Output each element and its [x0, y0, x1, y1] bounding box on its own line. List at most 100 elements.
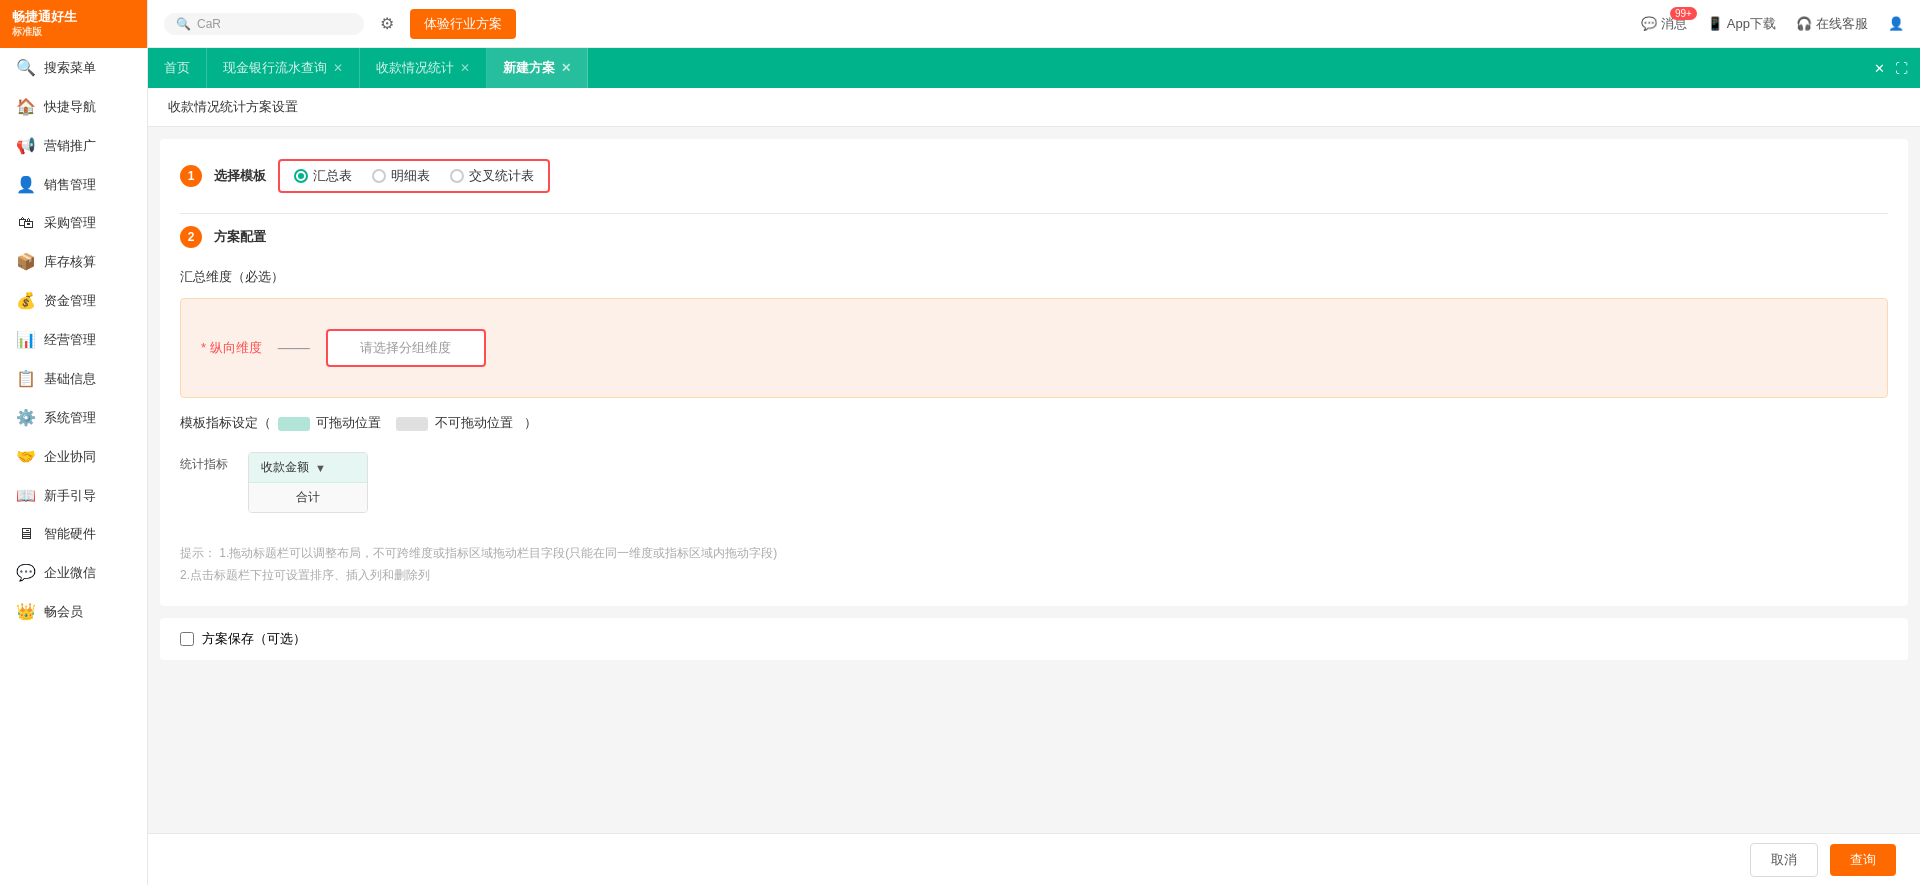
message-icon: 💬 [1641, 16, 1657, 31]
online-service-btn[interactable]: 🎧 在线客服 [1796, 15, 1868, 33]
radio-summary-circle [294, 169, 308, 183]
close-tab-cashflow-icon[interactable]: ✕ [333, 61, 343, 75]
group-dim-input[interactable]: 请选择分组维度 [326, 329, 486, 367]
radio-detail[interactable]: 明细表 [372, 167, 430, 185]
radio-summary-label: 汇总表 [313, 167, 352, 185]
indicator-col-total: 合计 [249, 483, 367, 512]
sidebar-item-marketing[interactable]: 📢 营销推广 [0, 126, 147, 165]
online-service-label: 在线客服 [1816, 15, 1868, 33]
sidebar-item-label: 系统管理 [44, 409, 96, 427]
sidebar-item-collab[interactable]: 🤝 企业协同 [0, 437, 147, 476]
inventory-icon: 📦 [16, 252, 36, 271]
tab-cashflow-label: 现金银行流水查询 [223, 59, 327, 77]
sidebar-item-label: 经营管理 [44, 331, 96, 349]
divider1 [180, 213, 1888, 214]
arrow-icon: —— [278, 339, 310, 357]
tab-new-plan[interactable]: 新建方案 ✕ [487, 48, 588, 88]
sidebar-item-sales[interactable]: 👤 销售管理 [0, 165, 147, 204]
settings-gear-icon[interactable]: ⚙ [380, 14, 394, 33]
sidebar-item-member[interactable]: 👑 畅会员 [0, 592, 147, 631]
sidebar-item-system[interactable]: ⚙️ 系统管理 [0, 398, 147, 437]
trial-btn[interactable]: 体验行业方案 [410, 9, 516, 39]
basic-icon: 📋 [16, 369, 36, 388]
home-icon: 🏠 [16, 97, 36, 116]
purchase-icon: 🛍 [16, 214, 36, 232]
template-radio-group: 汇总表 明细表 交叉统计表 [278, 159, 550, 193]
tab-home[interactable]: 首页 [148, 48, 207, 88]
sidebar-item-management[interactable]: 📊 经营管理 [0, 320, 147, 359]
message-btn[interactable]: 💬 消息 99+ [1641, 15, 1687, 33]
marketing-icon: 📢 [16, 136, 36, 155]
tips-section: 提示： 1.拖动标题栏可以调整布局，不可跨维度或指标区域拖动栏目字段(只能在同一… [180, 543, 1888, 586]
tabbar: 首页 现金银行流水查询 ✕ 收款情况统计 ✕ 新建方案 ✕ ✕ ⛶ [148, 48, 1920, 88]
indicator-area: 统计指标 收款金额 ▼ 合计 [180, 442, 1888, 523]
indicator-column-header[interactable]: 收款金额 ▼ [249, 453, 367, 483]
indicator-header-row: 模板指标设定（ 可拖动位置 不可拖动位置 ） [180, 414, 1888, 432]
sidebar-item-label: 库存核算 [44, 253, 96, 271]
radio-cross[interactable]: 交叉统计表 [450, 167, 534, 185]
member-icon: 👑 [16, 602, 36, 621]
sidebar-item-label: 新手引导 [44, 487, 96, 505]
query-button[interactable]: 查询 [1830, 844, 1896, 876]
sidebar: 畅捷通好生 标准版 🔍 搜索菜单 🏠 快捷导航 📢 营销推广 👤 销售管理 🛍 … [0, 0, 148, 885]
maximize-icon[interactable]: ⛶ [1895, 61, 1908, 76]
dropdown-chevron-icon[interactable]: ▼ [315, 462, 326, 474]
radio-detail-circle [372, 169, 386, 183]
search-icon: 🔍 [176, 17, 191, 31]
topbar-search[interactable]: 🔍 CaR [164, 13, 364, 35]
radio-cross-label: 交叉统计表 [469, 167, 534, 185]
sidebar-logo: 畅捷通好生 标准版 [0, 0, 147, 48]
sidebar-item-label: 采购管理 [44, 214, 96, 232]
sidebar-item-label: 企业协同 [44, 448, 96, 466]
app-download-btn[interactable]: 📱 App下载 [1707, 15, 1776, 33]
close-window-icon[interactable]: ✕ [1874, 61, 1885, 76]
sidebar-item-purchase[interactable]: 🛍 采购管理 [0, 204, 147, 242]
cancel-button[interactable]: 取消 [1750, 843, 1818, 877]
sidebar-item-label: 企业微信 [44, 564, 96, 582]
tab-receipts-label: 收款情况统计 [376, 59, 454, 77]
radio-detail-label: 明细表 [391, 167, 430, 185]
radio-summary[interactable]: 汇总表 [294, 167, 352, 185]
dimension-area: * 纵向维度 —— 请选择分组维度 [180, 298, 1888, 398]
step1-num: 1 [180, 165, 202, 187]
sales-icon: 👤 [16, 175, 36, 194]
sidebar-item-guide[interactable]: 📖 新手引导 [0, 476, 147, 515]
close-tab-receipts-icon[interactable]: ✕ [460, 61, 470, 75]
user-icon: 👤 [1888, 16, 1904, 31]
sidebar-item-label: 快捷导航 [44, 98, 96, 116]
indicator-group-label: 统计指标 [180, 452, 228, 513]
sidebar-item-label: 智能硬件 [44, 525, 96, 543]
sidebar-item-nav[interactable]: 🏠 快捷导航 [0, 87, 147, 126]
indicator-col-label: 收款金额 [261, 459, 309, 476]
legend-draggable-box: 可拖动位置 [275, 415, 385, 430]
sidebar-item-label: 搜索菜单 [44, 59, 96, 77]
sidebar-item-basic[interactable]: 📋 基础信息 [0, 359, 147, 398]
app-download-label: App下载 [1727, 15, 1776, 33]
tab-new-plan-label: 新建方案 [503, 59, 555, 77]
management-icon: 📊 [16, 330, 36, 349]
sidebar-item-finance[interactable]: 💰 资金管理 [0, 281, 147, 320]
hardware-icon: 🖥 [16, 525, 36, 543]
sidebar-item-wechat[interactable]: 💬 企业微信 [0, 553, 147, 592]
sidebar-item-hardware[interactable]: 🖥 智能硬件 [0, 515, 147, 553]
tab-cashflow[interactable]: 现金银行流水查询 ✕ [207, 48, 360, 88]
footer: 取消 查询 [148, 833, 1920, 885]
close-tab-new-plan-icon[interactable]: ✕ [561, 61, 571, 75]
save-section: 方案保存（可选） [160, 618, 1908, 660]
vertical-dim-label: * 纵向维度 [201, 339, 262, 357]
logo-text: 畅捷通好生 [12, 9, 77, 25]
sidebar-item-label: 资金管理 [44, 292, 96, 310]
sidebar-item-search[interactable]: 🔍 搜索菜单 [0, 48, 147, 87]
tab-receipts[interactable]: 收款情况统计 ✕ [360, 48, 487, 88]
save-checkbox[interactable] [180, 632, 194, 646]
tab-home-label: 首页 [164, 59, 190, 77]
radio-cross-circle [450, 169, 464, 183]
topbar-right: 💬 消息 99+ 📱 App下载 🎧 在线客服 👤 [1641, 15, 1904, 33]
main-area: 🔍 CaR ⚙ 体验行业方案 💬 消息 99+ 📱 App下载 🎧 在线客服 👤 [148, 0, 1920, 885]
user-avatar[interactable]: 👤 [1888, 16, 1904, 31]
wechat-icon: 💬 [16, 563, 36, 582]
app-icon: 📱 [1707, 16, 1723, 31]
logo-sub: 标准版 [12, 25, 77, 39]
sidebar-item-inventory[interactable]: 📦 库存核算 [0, 242, 147, 281]
indicator-title: 模板指标设定（ 可拖动位置 不可拖动位置 ） [180, 414, 537, 432]
